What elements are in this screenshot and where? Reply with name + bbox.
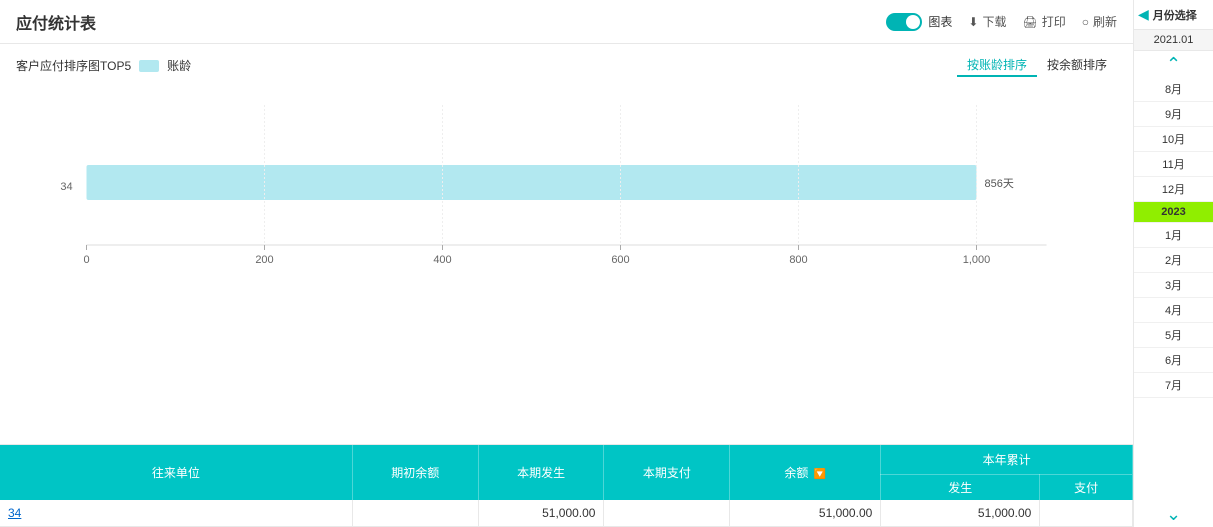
svg-text:800: 800 xyxy=(789,254,807,266)
sidebar-down-button[interactable]: ⌄ xyxy=(1134,501,1213,527)
svg-text:0: 0 xyxy=(83,254,89,266)
cell-balance: 51,000.00 xyxy=(730,500,881,527)
chart-section: 客户应付排序图TOP5 账龄 按账龄排序 按余额排序 34 856天 xyxy=(0,44,1133,444)
header-actions: 图表 ⬇ 下载 🖨 打印 ○ 刷新 xyxy=(886,13,1117,31)
app-header: 应付统计表 图表 ⬇ 下载 🖨 打印 ○ 刷新 xyxy=(0,0,1133,44)
cell-unit: 34 xyxy=(0,500,352,527)
legend-box xyxy=(139,60,159,72)
month-1[interactable]: 1月 xyxy=(1134,223,1213,248)
toggle-knob xyxy=(906,15,920,29)
svg-text:200: 200 xyxy=(255,254,273,266)
col-ytd-occur: 发生 xyxy=(881,475,1040,501)
month-7[interactable]: 7月 xyxy=(1134,373,1213,398)
summary-table: 往来单位 期初余额 本期发生 本期支付 余额 🔽 本年累计 发生 支付 xyxy=(0,445,1133,527)
cell-ytd-pay xyxy=(1040,500,1133,527)
chart-body: 34 856天 0 200 xyxy=(16,85,1117,434)
col-balance: 余额 🔽 xyxy=(730,445,881,500)
svg-text:1,000: 1,000 xyxy=(963,254,991,266)
balance-icon: 🔽 xyxy=(814,469,826,480)
toggle-label: 图表 xyxy=(928,13,952,30)
download-icon: ⬇ xyxy=(968,15,978,29)
chart-toggle[interactable] xyxy=(886,13,922,31)
col-ytd-pay: 支付 xyxy=(1040,475,1133,501)
svg-text:856天: 856天 xyxy=(985,178,1014,190)
refresh-icon: ○ xyxy=(1082,15,1089,29)
legend-text: 客户应付排序图TOP5 xyxy=(16,57,131,74)
legend-item-label: 账龄 xyxy=(167,57,191,74)
chart-svg: 34 856天 0 200 xyxy=(16,85,1117,305)
chart-header: 客户应付排序图TOP5 账龄 按账龄排序 按余额排序 xyxy=(16,54,1117,77)
svg-text:400: 400 xyxy=(433,254,451,266)
chart-legend: 客户应付排序图TOP5 账龄 xyxy=(16,57,191,74)
month-11[interactable]: 11月 xyxy=(1134,152,1213,177)
col-ytd: 本年累计 xyxy=(881,445,1133,475)
refresh-button[interactable]: ○ 刷新 xyxy=(1082,13,1117,30)
table-row: 34 51,000.00 51,000.00 51,000.00 xyxy=(0,500,1133,527)
cell-ytd-occur: 51,000.00 xyxy=(881,500,1040,527)
sidebar-months: 8月 9月 10月 11月 12月 2023 1月 2月 3月 4月 5月 6月… xyxy=(1134,77,1213,501)
col-current-pay: 本期支付 xyxy=(604,445,730,500)
sort-by-balance-button[interactable]: 按余额排序 xyxy=(1037,54,1117,77)
month-8[interactable]: 8月 xyxy=(1134,77,1213,102)
chart-toggle-wrap[interactable]: 图表 xyxy=(886,13,952,31)
sidebar-collapse-icon[interactable]: ◀ xyxy=(1138,6,1149,23)
col-current-occur: 本期发生 xyxy=(478,445,604,500)
month-12[interactable]: 12月 xyxy=(1134,177,1213,202)
month-3[interactable]: 3月 xyxy=(1134,273,1213,298)
month-2[interactable]: 2月 xyxy=(1134,248,1213,273)
col-opening: 期初余额 xyxy=(352,445,478,500)
month-10[interactable]: 10月 xyxy=(1134,127,1213,152)
svg-text:34: 34 xyxy=(60,181,72,193)
chart-sort-buttons: 按账龄排序 按余额排序 xyxy=(957,54,1117,77)
print-icon: 🖨 xyxy=(1022,15,1037,29)
month-6[interactable]: 6月 xyxy=(1134,348,1213,373)
page-title: 应付统计表 xyxy=(16,10,96,34)
cell-current-occur: 51,000.00 xyxy=(478,500,604,527)
svg-text:600: 600 xyxy=(611,254,629,266)
unit-link[interactable]: 34 xyxy=(8,506,21,520)
download-button[interactable]: ⬇ 下载 xyxy=(968,13,1006,30)
chevron-up-icon: ⌃ xyxy=(1166,55,1181,73)
sidebar-period: 2021.01 xyxy=(1134,30,1213,51)
sidebar-header-label: 月份选择 xyxy=(1153,7,1197,23)
cell-current-pay xyxy=(604,500,730,527)
print-button[interactable]: 🖨 打印 xyxy=(1022,13,1065,30)
right-sidebar: ◀ 月份选择 2021.01 ⌃ 8月 9月 10月 11月 12月 2023 … xyxy=(1133,0,1213,527)
cell-opening xyxy=(352,500,478,527)
sidebar-up-button[interactable]: ⌃ xyxy=(1134,51,1213,77)
month-9[interactable]: 9月 xyxy=(1134,102,1213,127)
year-marker-2023[interactable]: 2023 xyxy=(1134,202,1213,223)
month-5[interactable]: 5月 xyxy=(1134,323,1213,348)
table-section: 往来单位 期初余额 本期发生 本期支付 余额 🔽 本年累计 发生 支付 xyxy=(0,444,1133,527)
chevron-down-icon: ⌄ xyxy=(1166,505,1181,523)
col-unit: 往来单位 xyxy=(0,445,352,500)
sort-by-amount-button[interactable]: 按账龄排序 xyxy=(957,54,1037,77)
month-4[interactable]: 4月 xyxy=(1134,298,1213,323)
